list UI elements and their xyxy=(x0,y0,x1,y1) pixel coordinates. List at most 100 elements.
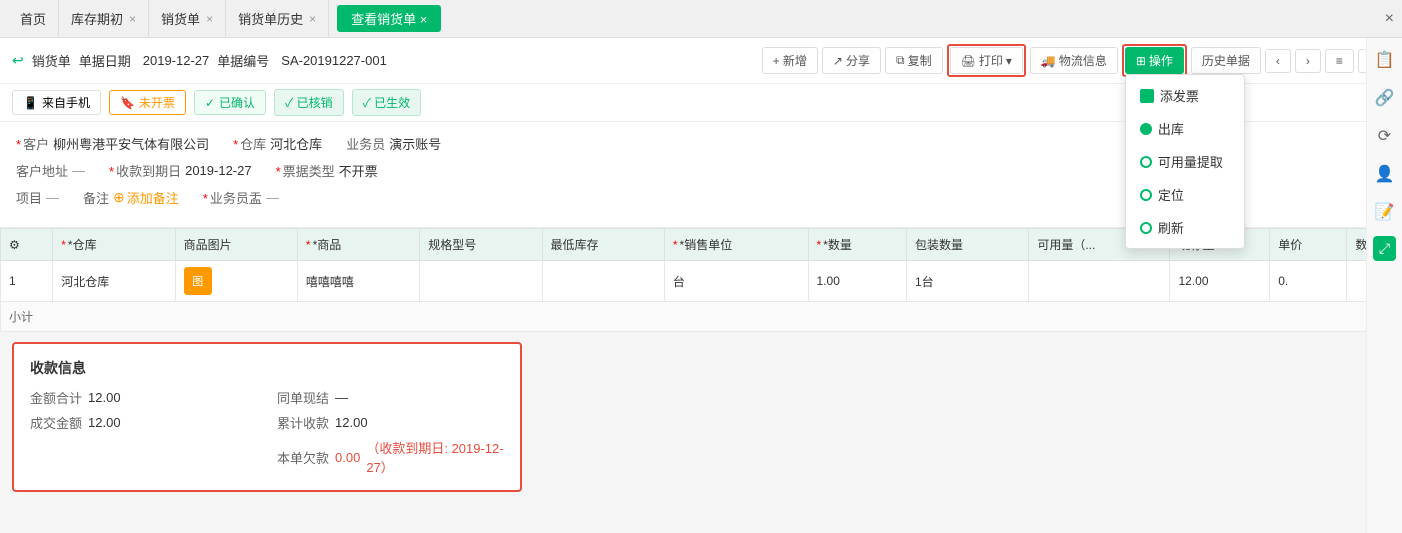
ticket-icon: 🔖 xyxy=(120,96,135,110)
tab-inventory-init[interactable]: 库存期初 × xyxy=(59,0,149,37)
sales-staff-label: 业务员盂 xyxy=(203,188,262,207)
row-qty: 1.00 xyxy=(808,261,906,302)
sidebar-icon-refresh[interactable]: ⟳ xyxy=(1374,122,1395,150)
sidebar-icon-expand[interactable]: ⤢ xyxy=(1373,236,1396,261)
logistics-button[interactable]: 🚚 物流信息 xyxy=(1030,47,1118,74)
sales-staff-value: — xyxy=(266,190,279,205)
add-remark-button[interactable]: ⊕ 添加备注 xyxy=(113,188,179,207)
staff-value: 演示账号 xyxy=(389,134,441,153)
payment-title: 收款信息 xyxy=(30,358,504,378)
available-qty-icon xyxy=(1140,156,1152,168)
ticket-type-value: 不开票 xyxy=(339,161,378,180)
col-pkg-qty: 包装数量 xyxy=(907,229,1029,261)
same-order-label: 同单现结 xyxy=(277,388,329,407)
operation-icon: ⊞ xyxy=(1136,54,1146,68)
tab-view-sales-order[interactable]: 查看销货单 × xyxy=(337,5,441,32)
staff-field: 业务员 演示账号 xyxy=(346,134,441,153)
payment-accumulated: 累计收款 12.00 xyxy=(277,413,504,432)
print-button-wrapper: 🖨 打印 ▾ xyxy=(947,44,1026,77)
address-label: 客户地址 xyxy=(16,161,68,180)
locate-icon xyxy=(1140,189,1152,201)
menu-item-locate[interactable]: 定位 xyxy=(1126,178,1244,211)
refresh-icon xyxy=(1140,222,1152,234)
col-unit: *销售单位 xyxy=(664,229,808,261)
col-product: *商品 xyxy=(297,229,419,261)
staff-label: 业务员 xyxy=(346,134,385,153)
sidebar-icon-user[interactable]: 👤 xyxy=(1371,160,1399,188)
copy-button[interactable]: ⧉ 复制 xyxy=(885,47,943,74)
list-view-button[interactable]: ≡ xyxy=(1325,49,1354,73)
due-date-field: 收款到期日 2019-12-27 xyxy=(109,161,252,180)
doc-number-value: SA-20191227-001 xyxy=(281,53,387,68)
toolbar-primary: ↩ 销货单 单据日期 2019-12-27 单据编号 SA-20191227-0… xyxy=(0,38,1402,84)
project-value: — xyxy=(46,190,59,205)
tab-sales-order[interactable]: 销货单 × xyxy=(149,0,226,37)
product-image: 图 xyxy=(184,267,212,295)
ticket-type-label: 票据类型 xyxy=(276,161,335,180)
payment-transaction-amount: 成交金额 12.00 xyxy=(30,413,257,432)
sidebar-icon-link[interactable]: 🔗 xyxy=(1371,84,1399,112)
effective-icon: ✓ xyxy=(363,96,371,110)
history-button[interactable]: 历史单据 xyxy=(1191,47,1261,74)
tab-close-view-sales-order[interactable]: × xyxy=(420,12,428,27)
sidebar-icon-doc[interactable]: 📋 xyxy=(1371,46,1399,74)
print-icon: 🖨 xyxy=(961,54,976,68)
tab-close-sales-order[interactable]: × xyxy=(206,12,213,26)
new-button[interactable]: + 新增 xyxy=(762,47,818,74)
doc-type-label: 销货单 xyxy=(32,51,71,70)
menu-item-available-qty[interactable]: 可用量提取 xyxy=(1126,145,1244,178)
operation-button[interactable]: ⊞ 操作 xyxy=(1125,47,1184,74)
col-qty: *数量 xyxy=(808,229,906,261)
transaction-value: 12.00 xyxy=(88,415,121,430)
effective-button[interactable]: ✓ 已生效 xyxy=(352,89,422,116)
menu-item-outbound[interactable]: 出库 xyxy=(1126,112,1244,145)
payment-same-order-settlement: 同单现结 — xyxy=(277,388,504,407)
share-button[interactable]: ↗ 分享 xyxy=(822,47,881,74)
customer-field: 客户 柳州粤港平安气体有限公司 xyxy=(16,134,209,153)
add-invoice-icon xyxy=(1140,89,1154,103)
table-row: 1 河北仓库 图 嘻嘻嘻嘻 台 1.00 1台 12.00 0. xyxy=(1,261,1402,302)
payment-balance: 本单欠款 0.00 （收款到期日: 2019-12-27） xyxy=(277,438,504,476)
prev-button[interactable]: ‹ xyxy=(1265,49,1291,73)
col-image: 商品图片 xyxy=(175,229,297,261)
next-button[interactable]: › xyxy=(1295,49,1321,73)
print-button[interactable]: 🖨 打印 ▾ xyxy=(950,47,1023,74)
menu-item-refresh[interactable]: 刷新 xyxy=(1126,211,1244,244)
doc-date-value: 2019-12-27 xyxy=(143,53,210,68)
confirmed-button[interactable]: ✓ 已确认 xyxy=(194,90,266,115)
row-spec xyxy=(420,261,542,302)
total-amount-value: 12.00 xyxy=(88,390,121,405)
phone-icon: 📱 xyxy=(23,96,38,110)
from-phone-button[interactable]: 📱 来自手机 xyxy=(12,90,101,115)
customer-value: 柳州粤港平安气体有限公司 xyxy=(53,134,209,153)
sidebar-icon-note[interactable]: 📝 xyxy=(1371,198,1399,226)
tab-sales-history[interactable]: 销货单历史 × xyxy=(226,0,329,37)
col-gear[interactable]: ⚙ xyxy=(1,229,53,261)
operation-button-wrapper: ⊞ 操作 添发票 出库 xyxy=(1122,44,1187,77)
sales-staff-field: 业务员盂 — xyxy=(203,188,279,207)
global-close-button[interactable]: × xyxy=(1385,10,1394,28)
table-body: 1 河北仓库 图 嘻嘻嘻嘻 台 1.00 1台 12.00 0. xyxy=(1,261,1402,332)
gear-icon: ⚙ xyxy=(9,238,20,252)
doc-date-label: 单据日期 xyxy=(79,51,131,70)
ticket-type-field: 票据类型 不开票 xyxy=(276,161,378,180)
cancelled-button[interactable]: ✓ 已核销 xyxy=(274,89,344,116)
row-min-stock xyxy=(542,261,664,302)
address-field: 客户地址 — xyxy=(16,161,85,180)
tab-home[interactable]: 首页 xyxy=(8,0,59,37)
col-spec: 规格型号 xyxy=(420,229,542,261)
row-unit-price: 0. xyxy=(1270,261,1347,302)
row-pkg-qty: 1台 xyxy=(907,261,1029,302)
tab-close-sales-history[interactable]: × xyxy=(309,12,316,26)
accumulated-label: 累计收款 xyxy=(277,413,329,432)
payment-total-amount: 金额合计 12.00 xyxy=(30,388,257,407)
not-open-button[interactable]: 🔖 未开票 xyxy=(109,90,186,115)
outbound-icon xyxy=(1140,123,1152,135)
project-label: 项目 xyxy=(16,188,42,207)
row-image: 图 xyxy=(175,261,297,302)
toolbar-actions: + 新增 ↗ 分享 ⧉ 复制 🖨 打印 ▾ 🚚 物流信息 xyxy=(762,44,1390,77)
tab-close-inventory-init[interactable]: × xyxy=(129,12,136,26)
menu-item-add-invoice[interactable]: 添发票 xyxy=(1126,79,1244,112)
row-available xyxy=(1029,261,1170,302)
doc-icon: ↩ xyxy=(12,52,24,69)
